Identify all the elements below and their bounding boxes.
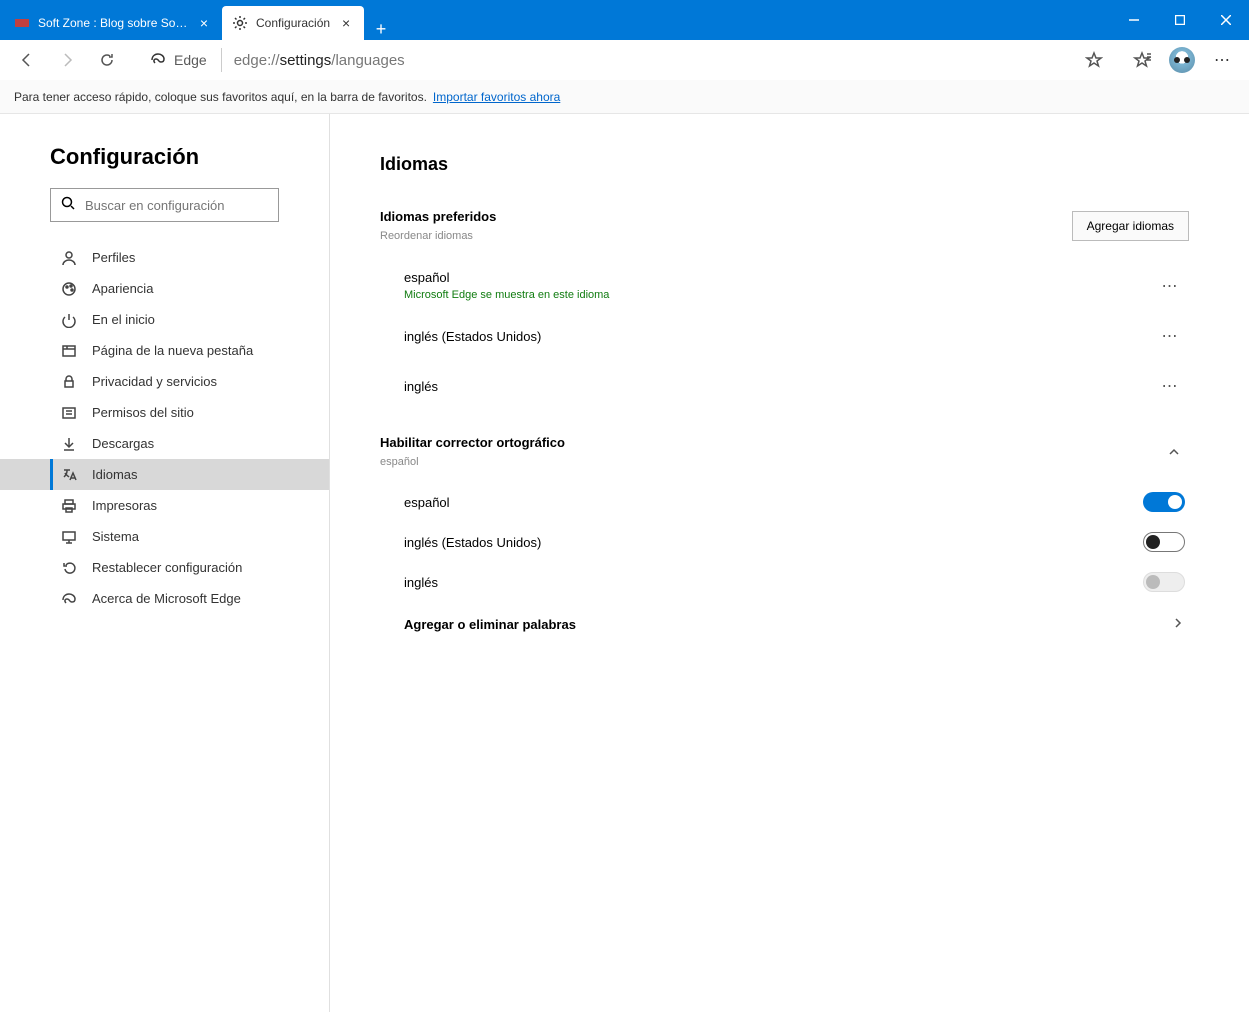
spellcheck-subtitle: español xyxy=(380,456,565,468)
printer-icon xyxy=(60,497,78,515)
language-item[interactable]: inglés ⋯ xyxy=(380,361,1189,411)
nav-languages[interactable]: Idiomas xyxy=(0,459,329,490)
favorites-bar: Para tener acceso rápido, coloque sus fa… xyxy=(0,80,1249,114)
toggle-switch[interactable] xyxy=(1143,492,1185,512)
toggle-switch[interactable] xyxy=(1143,532,1185,552)
more-icon[interactable]: ⋯ xyxy=(1155,321,1185,351)
nav-system[interactable]: Sistema xyxy=(0,521,329,552)
profile-avatar[interactable] xyxy=(1163,41,1201,79)
preferred-title: Idiomas preferidos xyxy=(380,209,496,224)
reset-icon xyxy=(60,559,78,577)
import-favorites-link[interactable]: Importar favoritos ahora xyxy=(433,90,560,104)
settings-nav: Perfiles Apariencia En el inicio Página … xyxy=(0,236,329,614)
nav-startup[interactable]: En el inicio xyxy=(0,304,329,335)
toolbar: Edge edge://settings/languages ⋯ xyxy=(0,40,1249,80)
language-name: español xyxy=(404,270,609,285)
favorites-button[interactable] xyxy=(1123,41,1161,79)
search-settings[interactable] xyxy=(50,188,279,222)
spellcheck-lang-row: inglés xyxy=(380,562,1189,602)
spellcheck-lang-name: inglés (Estados Unidos) xyxy=(404,535,541,550)
power-icon xyxy=(60,311,78,329)
address-bar[interactable]: Edge edge://settings/languages xyxy=(136,44,1113,76)
add-remove-words-link[interactable]: Agregar o eliminar palabras xyxy=(380,602,1189,647)
edge-icon xyxy=(60,590,78,608)
tab-title: Soft Zone : Blog sobre Software xyxy=(38,16,188,30)
close-icon[interactable]: × xyxy=(338,15,354,31)
nav-profiles[interactable]: Perfiles xyxy=(0,242,329,273)
chevron-right-icon xyxy=(1171,616,1185,633)
chevron-up-icon[interactable] xyxy=(1159,437,1189,467)
minimize-button[interactable] xyxy=(1111,0,1157,40)
language-name: inglés xyxy=(404,379,438,394)
search-input[interactable] xyxy=(85,198,268,213)
nav-permissions[interactable]: Permisos del sitio xyxy=(0,397,329,428)
favbar-text: Para tener acceso rápido, coloque sus fa… xyxy=(14,90,427,104)
titlebar: Soft Zone : Blog sobre Software × Config… xyxy=(0,0,1249,40)
more-icon[interactable]: ⋯ xyxy=(1155,371,1185,401)
newtab-icon xyxy=(60,342,78,360)
language-item[interactable]: español Microsoft Edge se muestra en est… xyxy=(380,260,1189,311)
appearance-icon xyxy=(60,280,78,298)
close-icon[interactable]: × xyxy=(196,15,212,31)
language-name: inglés (Estados Unidos) xyxy=(404,329,541,344)
nav-appearance[interactable]: Apariencia xyxy=(0,273,329,304)
search-icon xyxy=(61,196,75,215)
nav-newtab[interactable]: Página de la nueva pestaña xyxy=(0,335,329,366)
preferred-languages-section: Idiomas preferidos Reordenar idiomas Agr… xyxy=(380,209,1189,411)
back-button[interactable] xyxy=(8,41,46,79)
spellcheck-lang-name: español xyxy=(404,495,450,510)
sidebar-title: Configuración xyxy=(0,144,329,188)
lock-icon xyxy=(60,373,78,391)
close-window-button[interactable] xyxy=(1203,0,1249,40)
spellcheck-title: Habilitar corrector ortográfico xyxy=(380,435,565,450)
nav-reset[interactable]: Restablecer configuración xyxy=(0,552,329,583)
forward-button[interactable] xyxy=(48,41,86,79)
settings-sidebar: Configuración Perfiles Apariencia En el … xyxy=(0,114,330,1012)
languages-icon xyxy=(60,466,78,484)
user-icon xyxy=(60,249,78,267)
window-controls xyxy=(1111,0,1249,40)
language-note: Microsoft Edge se muestra en este idioma xyxy=(404,289,609,301)
preferred-subtitle: Reordenar idiomas xyxy=(380,230,496,242)
add-languages-button[interactable]: Agregar idiomas xyxy=(1072,211,1189,241)
system-icon xyxy=(60,528,78,546)
settings-main: Idiomas Idiomas preferidos Reordenar idi… xyxy=(330,114,1249,1012)
nav-about[interactable]: Acerca de Microsoft Edge xyxy=(0,583,329,614)
toggle-switch xyxy=(1143,572,1185,592)
tab-strip: Soft Zone : Blog sobre Software × Config… xyxy=(0,0,398,40)
spellcheck-section: Habilitar corrector ortográfico español … xyxy=(380,435,1189,647)
language-item[interactable]: inglés (Estados Unidos) ⋯ xyxy=(380,311,1189,361)
spellcheck-lang-row: inglés (Estados Unidos) xyxy=(380,522,1189,562)
maximize-button[interactable] xyxy=(1157,0,1203,40)
spellcheck-lang-row: español xyxy=(380,482,1189,522)
menu-button[interactable]: ⋯ xyxy=(1203,41,1241,79)
permissions-icon xyxy=(60,404,78,422)
favorite-star-icon[interactable] xyxy=(1075,41,1113,79)
edge-icon xyxy=(150,51,166,70)
favicon-icon xyxy=(14,15,30,31)
tab-settings[interactable]: Configuración × xyxy=(222,6,364,40)
refresh-button[interactable] xyxy=(88,41,126,79)
page-heading: Idiomas xyxy=(380,154,1189,175)
settings-content: Configuración Perfiles Apariencia En el … xyxy=(0,114,1249,1012)
nav-printers[interactable]: Impresoras xyxy=(0,490,329,521)
url-text: edge://settings/languages xyxy=(222,52,417,69)
gear-icon xyxy=(232,15,248,31)
nav-privacy[interactable]: Privacidad y servicios xyxy=(0,366,329,397)
new-tab-button[interactable]: + xyxy=(364,19,398,40)
download-icon xyxy=(60,435,78,453)
tab-softzone[interactable]: Soft Zone : Blog sobre Software × xyxy=(4,6,222,40)
identity-label: Edge xyxy=(174,52,207,68)
tab-title: Configuración xyxy=(256,16,330,30)
site-identity[interactable]: Edge xyxy=(136,48,222,72)
spellcheck-lang-name: inglés xyxy=(404,575,438,590)
nav-downloads[interactable]: Descargas xyxy=(0,428,329,459)
more-icon[interactable]: ⋯ xyxy=(1155,271,1185,301)
